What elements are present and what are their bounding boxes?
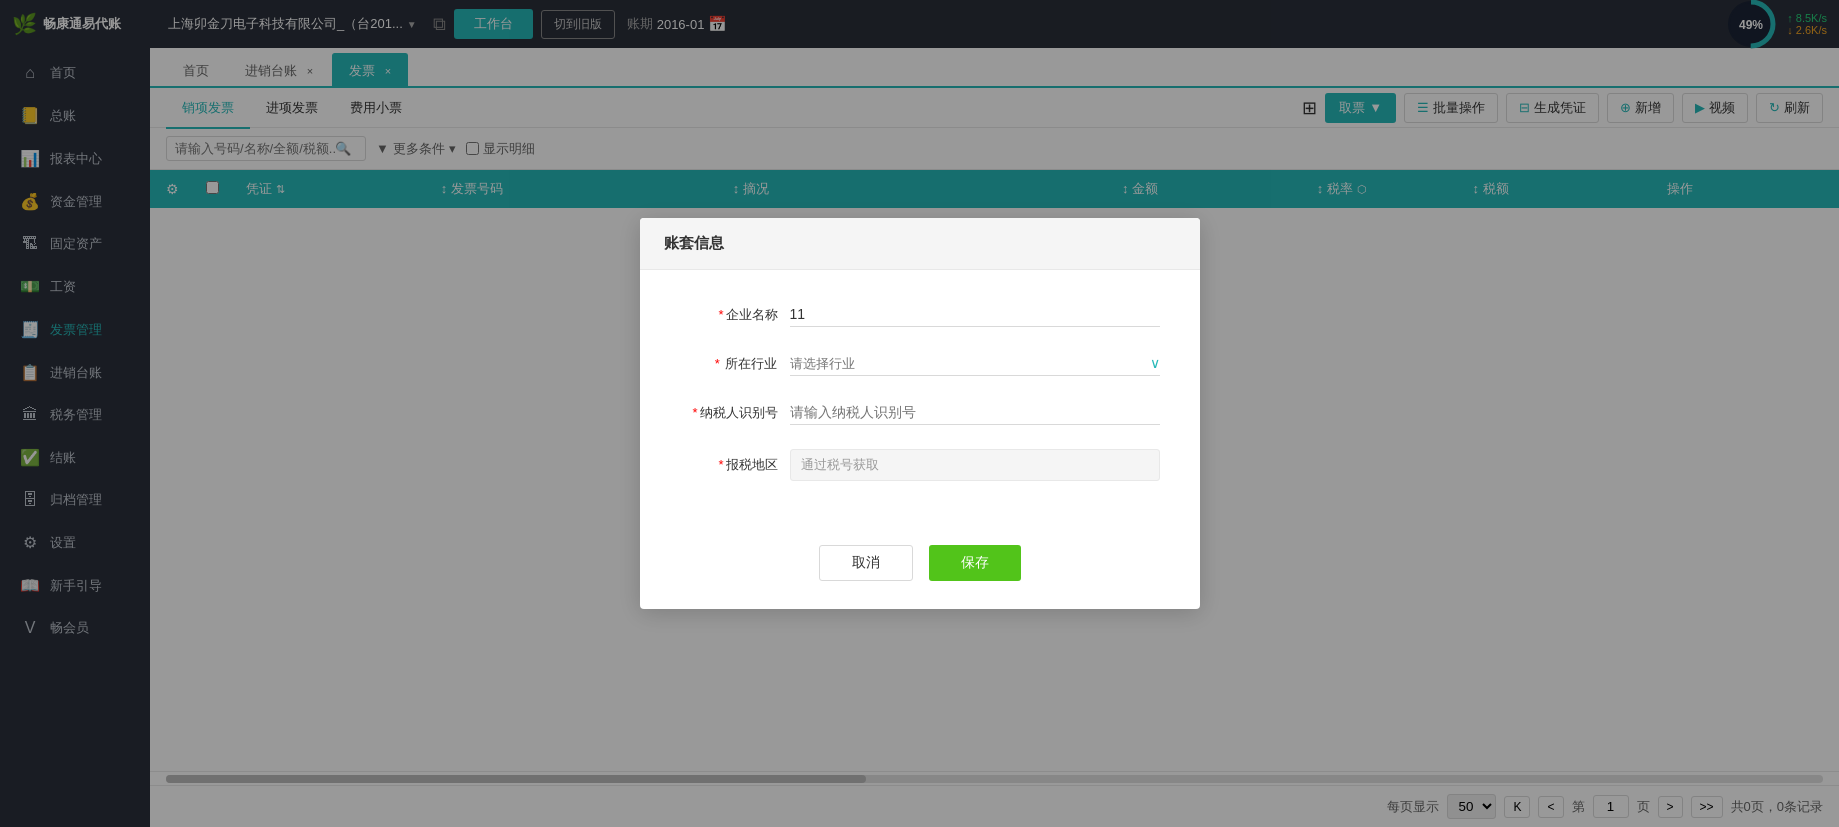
form-row-tax-id: *纳税人识别号 [680,400,1160,425]
label-tax-id: *纳税人识别号 [680,404,790,422]
modal-header: 账套信息 [640,218,1200,270]
required-star: * [718,307,723,322]
modal-account-info: 账套信息 *企业名称 * 所在行业 ∨ [640,218,1200,609]
required-star: * [692,405,697,420]
industry-arrow-icon: ∨ [1150,355,1160,371]
modal-footer: 取消 保存 [640,529,1200,609]
modal-body: *企业名称 * 所在行业 ∨ *纳税人识别号 [640,270,1200,529]
required-star: * [718,457,723,472]
input-tax-id[interactable] [790,400,1160,425]
form-row-industry: * 所在行业 ∨ [680,351,1160,376]
industry-input[interactable] [790,356,1150,371]
label-tax-region: *报税地区 [680,456,790,474]
save-button[interactable]: 保存 [929,545,1021,581]
required-star: * [715,356,720,371]
industry-select-wrap[interactable]: ∨ [790,351,1160,376]
form-row-tax-region: *报税地区 通过税号获取 [680,449,1160,481]
tax-region-readonly: 通过税号获取 [790,449,1160,481]
form-row-company: *企业名称 [680,302,1160,327]
label-industry: * 所在行业 [680,355,790,373]
modal-title: 账套信息 [664,234,724,251]
modal-overlay: 账套信息 *企业名称 * 所在行业 ∨ [0,0,1839,827]
input-company-name[interactable] [790,302,1160,327]
cancel-button[interactable]: 取消 [819,545,913,581]
label-company: *企业名称 [680,306,790,324]
